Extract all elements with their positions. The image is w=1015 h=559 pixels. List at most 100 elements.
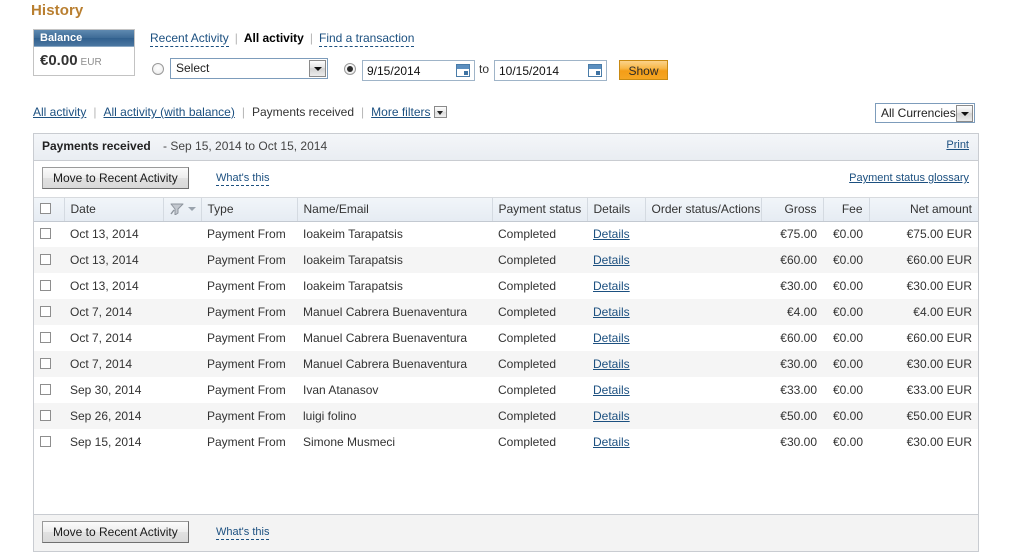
cell-details[interactable]: Details — [587, 273, 645, 299]
details-link[interactable]: Details — [593, 279, 630, 293]
filter-all-activity[interactable]: All activity — [33, 105, 86, 119]
cell-details[interactable]: Details — [587, 247, 645, 273]
column-header-details[interactable]: Details — [587, 198, 646, 222]
details-link[interactable]: Details — [593, 383, 630, 397]
cell-fee: €0.00 — [832, 435, 863, 449]
tab-recent-activity[interactable]: Recent Activity — [150, 31, 229, 47]
panel-header: Payments received - Sep 15, 2014 to Oct … — [34, 134, 978, 161]
whats-this-link-top[interactable]: What's this — [216, 172, 270, 186]
tab-find-a-transaction[interactable]: Find a transaction — [318, 31, 415, 47]
whats-this-link-bottom[interactable]: What's this — [216, 526, 270, 540]
filter-more-filters[interactable]: More filters — [371, 105, 430, 119]
cell-details[interactable]: Details — [587, 221, 645, 247]
table-row: Sep 26, 2014 Payment From luigi folino Comp… — [34, 403, 978, 429]
row-checkbox[interactable] — [40, 280, 51, 291]
row-checkbox[interactable] — [40, 254, 51, 265]
table-row: Sep 15, 2014 Payment From Simone Musmeci Co… — [34, 429, 978, 455]
row-select-cell[interactable] — [34, 325, 64, 351]
cell-fee: €0.00 — [832, 227, 863, 242]
radio-select-type[interactable] — [152, 63, 164, 75]
cell-details[interactable]: Details — [587, 429, 645, 455]
details-link[interactable]: Details — [593, 435, 630, 449]
column-header-gross[interactable]: Gross — [761, 198, 824, 222]
column-header-order-status-actions[interactable]: Order status/Actions — [645, 198, 762, 222]
date-from-input[interactable]: 9/15/2014 — [362, 60, 475, 81]
cell-payment-status: Completed — [498, 331, 557, 345]
calendar-icon[interactable] — [456, 64, 470, 77]
page-title: History — [31, 2, 84, 19]
cell-payment-status: Completed — [492, 403, 587, 429]
show-button[interactable]: Show — [619, 60, 668, 80]
row-checkbox[interactable] — [40, 228, 51, 240]
details-link[interactable]: Details — [593, 331, 630, 345]
row-select-cell[interactable] — [34, 299, 64, 325]
date-to-input[interactable]: 10/15/2014 — [494, 60, 607, 81]
column-header-sort[interactable] — [163, 198, 202, 222]
filter-all-activity-with-balance[interactable]: All activity (with balance) — [103, 105, 234, 119]
cell-spacer — [163, 325, 201, 351]
cell-details[interactable]: Details — [587, 299, 645, 325]
chevron-down-icon[interactable] — [433, 106, 447, 118]
tab-all-activity[interactable]: All activity — [244, 31, 304, 45]
date-to-value: 10/15/2014 — [499, 64, 560, 78]
currency-select-value: All Currencies — [881, 106, 956, 120]
cell-gross: €33.00 — [780, 383, 817, 397]
cell-details[interactable]: Details — [587, 351, 645, 377]
table-row: Oct 13, 2014 Payment From Ioakeim Tarapats… — [34, 221, 978, 247]
chevron-down-icon[interactable] — [187, 207, 196, 212]
column-header-type[interactable]: Type — [201, 198, 298, 222]
column-header-name-email[interactable]: Name/Email — [297, 198, 493, 222]
radio-date-range[interactable] — [344, 63, 356, 75]
row-select-cell[interactable] — [34, 429, 64, 455]
cell-details[interactable]: Details — [587, 325, 645, 351]
column-header-date[interactable]: Date — [64, 198, 164, 222]
row-checkbox[interactable] — [40, 384, 51, 395]
details-link[interactable]: Details — [593, 253, 630, 267]
row-checkbox[interactable] — [40, 410, 51, 421]
cell-type: Payment From — [201, 299, 297, 325]
select-all-checkbox[interactable] — [40, 203, 51, 215]
row-select-cell[interactable] — [34, 273, 64, 299]
row-select-cell[interactable] — [34, 247, 64, 273]
move-to-recent-activity-button-bottom[interactable]: Move to Recent Activity — [42, 521, 189, 543]
row-select-cell[interactable] — [34, 377, 64, 403]
cell-gross: €60.00 — [761, 247, 823, 273]
cell-date: Oct 13, 2014 — [64, 247, 163, 273]
payment-status-glossary-link[interactable]: Payment status glossary — [849, 172, 969, 184]
cell-details[interactable]: Details — [587, 403, 645, 429]
print-link[interactable]: Print — [946, 139, 969, 151]
filter-payments-received[interactable]: Payments received — [252, 105, 354, 119]
cell-date: Oct 13, 2014 — [70, 227, 139, 242]
cell-type: Payment From — [207, 435, 286, 449]
type-select[interactable]: Select — [170, 58, 328, 79]
calendar-icon[interactable] — [588, 64, 602, 77]
panel-date-range: - Sep 15, 2014 to Oct 15, 2014 — [163, 139, 328, 153]
currency-select[interactable]: All Currencies — [875, 103, 975, 123]
details-link[interactable]: Details — [593, 305, 630, 319]
row-select-cell[interactable] — [34, 221, 64, 247]
date-to-label: to — [479, 62, 490, 76]
row-checkbox[interactable] — [40, 332, 51, 343]
details-link[interactable]: Details — [593, 357, 630, 371]
details-link[interactable]: Details — [593, 409, 630, 423]
column-header-payment-status[interactable]: Payment status — [492, 198, 588, 222]
cell-type: Payment From — [201, 247, 297, 273]
cell-payment-status: Completed — [498, 227, 557, 242]
details-link[interactable]: Details — [593, 227, 630, 241]
chevron-down-icon[interactable] — [309, 60, 326, 77]
row-checkbox[interactable] — [40, 358, 51, 369]
row-select-cell[interactable] — [34, 351, 64, 377]
column-header-fee[interactable]: Fee — [823, 198, 870, 222]
cell-type: Payment From — [201, 351, 297, 377]
cell-gross: €30.00 — [780, 279, 817, 293]
move-to-recent-activity-button-top[interactable]: Move to Recent Activity — [42, 167, 189, 189]
column-header-net-amount[interactable]: Net amount — [869, 198, 978, 222]
cell-date: Sep 30, 2014 — [70, 383, 142, 397]
cell-order-status — [645, 403, 761, 429]
chevron-down-icon[interactable] — [956, 105, 973, 122]
row-checkbox[interactable] — [40, 306, 51, 317]
row-checkbox[interactable] — [40, 436, 51, 447]
filter-funnel-icon[interactable] — [169, 203, 184, 216]
row-select-cell[interactable] — [34, 403, 64, 429]
cell-details[interactable]: Details — [587, 377, 645, 403]
